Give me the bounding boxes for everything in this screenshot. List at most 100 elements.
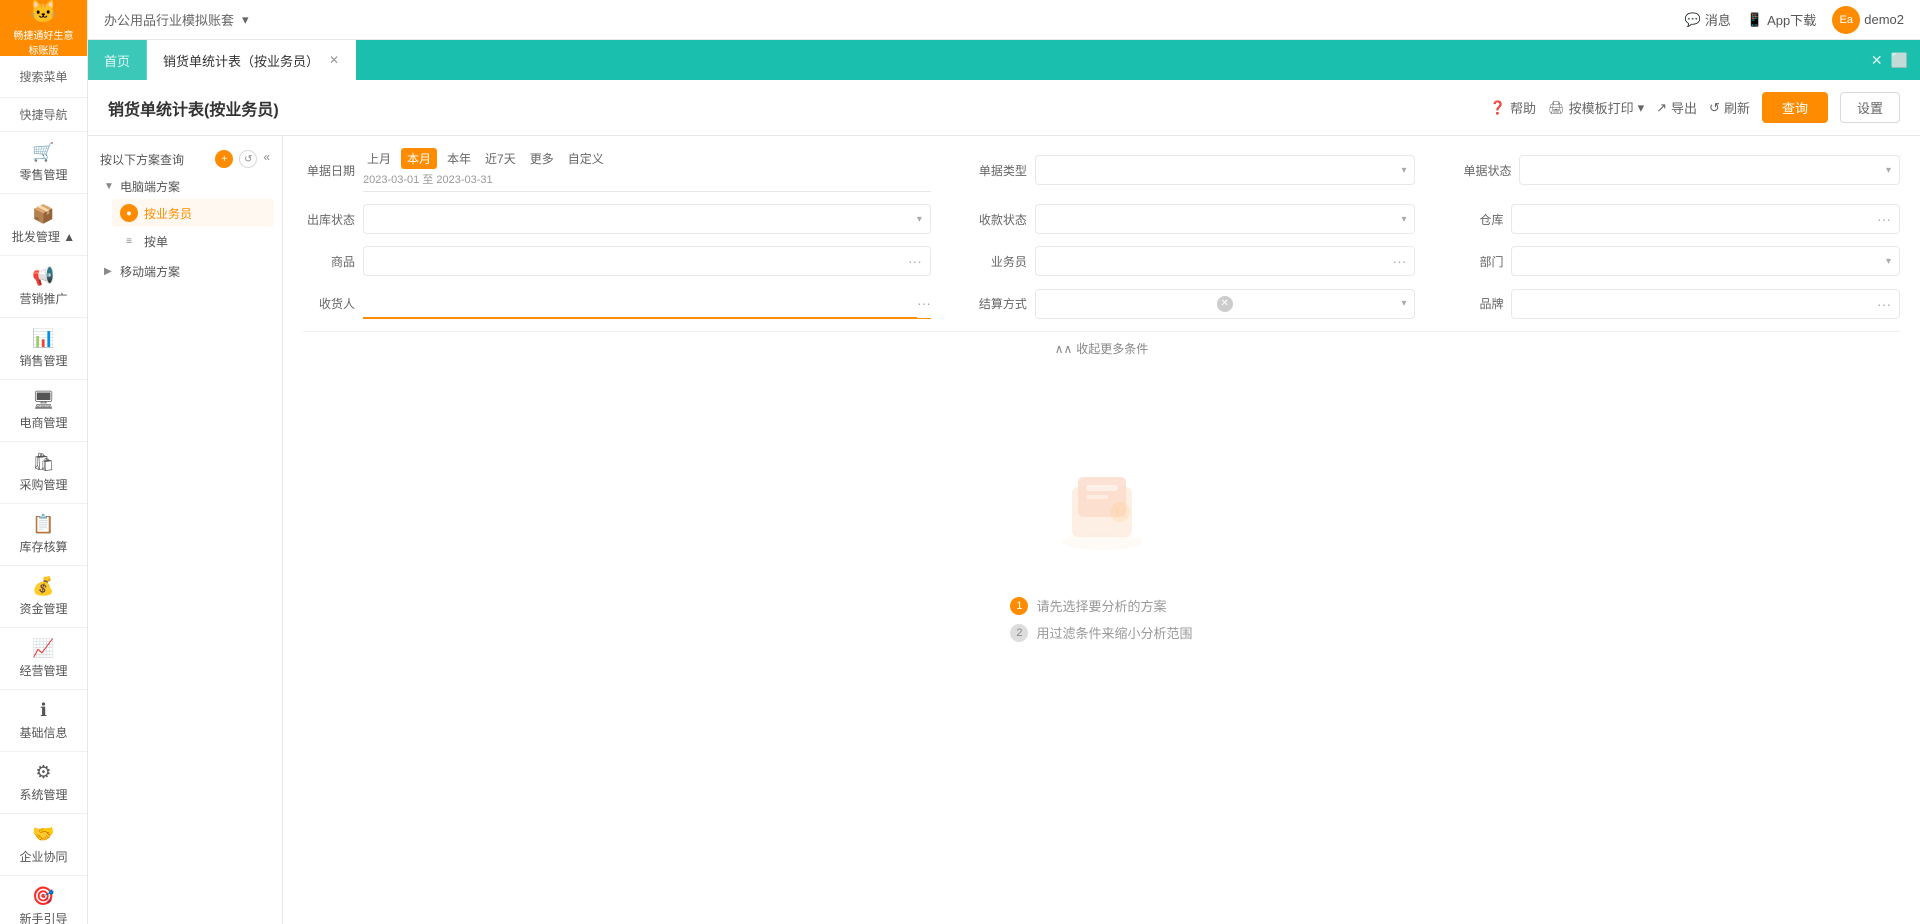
settlement-arrow-icon: ▾ — [1401, 298, 1406, 309]
refresh-icon: ↺ — [1709, 100, 1720, 116]
sidebar-item-enterprise[interactable]: 🤝 企业协同 — [0, 814, 88, 876]
goods-select[interactable]: ··· — [363, 246, 931, 276]
filter-row-3: 商品 ··· 业务员 ··· — [303, 246, 1900, 276]
main-area: 办公用品行业模拟账套 ▾ 💬 消息 📱 App下载 Ea demo2 首页 销货… — [88, 0, 1920, 924]
receipt-status-select[interactable]: ▾ — [1035, 204, 1416, 234]
collapse-left-panel-button[interactable]: « — [263, 150, 270, 168]
sidebar-item-ecommerce[interactable]: 🖥 电商管理 — [0, 380, 88, 442]
salesperson-select[interactable]: ··· — [1035, 246, 1416, 276]
order-scheme-icon: ≡ — [120, 232, 138, 250]
receipt-status-label: 收款状态 — [967, 211, 1035, 228]
breadcrumb-arrow-icon[interactable]: ▾ — [242, 12, 249, 28]
inventory-icon: 📋 — [32, 514, 54, 535]
doc-status-select[interactable]: ▾ — [1519, 155, 1900, 185]
tree-node-desktop[interactable]: ▼ 电脑端方案 — [96, 174, 274, 199]
quick-nav-label[interactable]: 快捷导航 — [19, 102, 67, 127]
help-label: 帮助 — [1510, 98, 1536, 117]
tab-sales-stats-label: 销货单统计表（按业务员） — [163, 51, 319, 70]
left-panel: 按以下方案查询 + ↺ « ▼ 电脑端方案 ● 按业务员 — [88, 136, 283, 924]
department-select[interactable]: ▾ — [1511, 246, 1900, 276]
filter-item-salesperson: 业务员 ··· — [967, 246, 1416, 276]
sidebar-logo[interactable]: 🐱 畅捷通好生意 标账版 — [0, 0, 88, 56]
date-label: 单据日期 — [303, 162, 363, 179]
app-download-label: App下载 — [1767, 10, 1816, 29]
sidebar-item-wholesale[interactable]: 📦 批发管理 ▲ — [0, 194, 88, 256]
filter-item-department: 部门 ▾ — [1451, 246, 1900, 276]
date-tab-last-7-days[interactable]: 近7天 — [481, 148, 520, 169]
empty-tip-2-text: 用过滤条件来缩小分析范围 — [1036, 623, 1192, 642]
sidebar-item-basic[interactable]: ℹ 基础信息 — [0, 690, 88, 752]
date-tab-this-year[interactable]: 本年 — [443, 148, 475, 169]
sidebar-item-finance[interactable]: 💰 资金管理 — [0, 566, 88, 628]
ecommerce-label: 电商管理 — [19, 414, 67, 431]
search-menu-label[interactable]: 搜索菜单 — [19, 64, 67, 89]
date-tab-more[interactable]: 更多 — [526, 148, 558, 169]
empty-tips: 1 请先选择要分析的方案 2 用过滤条件来缩小分析范围 — [1010, 596, 1192, 642]
date-tab-custom[interactable]: 自定义 — [564, 148, 608, 169]
tab-sales-stats[interactable]: 销货单统计表（按业务员） ✕ — [147, 40, 356, 80]
sidebar-item-sales[interactable]: 📊 销售管理 — [0, 318, 88, 380]
export-button[interactable]: ↗ 导出 — [1656, 98, 1697, 117]
query-button[interactable]: 查询 — [1762, 92, 1828, 123]
consignee-input[interactable] — [363, 288, 917, 318]
sidebar-item-retail[interactable]: 🛒 零售管理 — [0, 132, 88, 194]
sidebar-item-inventory[interactable]: 📋 库存核算 — [0, 504, 88, 566]
settings-button[interactable]: 设置 — [1840, 92, 1900, 123]
purchase-icon: 🛍 — [32, 452, 55, 473]
right-panel: 单据日期 上月 本月 本年 近7天 更多 自定义 2023-03-01 至 20… — [283, 136, 1920, 924]
filter-item-receipt-status: 收款状态 ▾ — [967, 204, 1416, 234]
tab-home[interactable]: 首页 — [88, 40, 147, 80]
message-button[interactable]: 💬 消息 — [1685, 10, 1731, 29]
date-tab-this-month[interactable]: 本月 — [401, 148, 437, 169]
warehouse-select[interactable]: ··· — [1511, 204, 1900, 234]
brand-select[interactable]: ··· — [1511, 289, 1900, 319]
goods-label: 商品 — [303, 253, 363, 270]
tree-node-mobile[interactable]: ▶ 移动端方案 — [96, 259, 274, 284]
sidebar-item-purchase[interactable]: 🛍 采购管理 — [0, 442, 88, 504]
operation-label: 经营管理 — [19, 662, 67, 679]
refresh-button[interactable]: ↺ 刷新 — [1709, 98, 1750, 117]
system-icon: ⚙ — [35, 762, 51, 783]
left-panel-header-icons: + ↺ « — [215, 150, 270, 168]
sidebar-quick-nav[interactable]: 快捷导航 — [0, 98, 88, 132]
filter-item-brand: 品牌 ··· — [1451, 289, 1900, 319]
window-close-icon[interactable]: ✕ — [1871, 52, 1883, 69]
template-print-arrow-icon: ▾ — [1638, 100, 1645, 116]
template-print-button[interactable]: 🖨 按模板打印 ▾ — [1548, 98, 1644, 117]
operation-icon: 📈 — [32, 638, 54, 659]
doc-type-select[interactable]: ▾ — [1035, 155, 1416, 185]
user-name: demo2 — [1864, 12, 1904, 27]
consignee-label: 收货人 — [303, 295, 363, 312]
sidebar-item-operation[interactable]: 📈 经营管理 — [0, 628, 88, 690]
settlement-select[interactable]: ✕ ▾ — [1035, 289, 1416, 319]
out-status-label: 出库状态 — [303, 211, 363, 228]
out-status-select[interactable]: ▾ — [363, 204, 931, 234]
breadcrumb-text: 办公用品行业模拟账套 — [104, 10, 234, 29]
sidebar-item-system[interactable]: ⚙ 系统管理 — [0, 752, 88, 814]
tab-close-icon[interactable]: ✕ — [329, 53, 339, 67]
help-button[interactable]: ❓ 帮助 — [1490, 98, 1536, 117]
newbie-icon: 🎯 — [32, 886, 54, 907]
tree-desktop-children: ● 按业务员 ≡ 按单 — [96, 199, 274, 255]
settlement-clear-button[interactable]: ✕ — [1217, 296, 1233, 312]
user-menu[interactable]: Ea demo2 — [1832, 6, 1904, 34]
page-header-actions: ❓ 帮助 🖨 按模板打印 ▾ ↗ 导出 ↺ 刷新 查询 设置 — [1490, 92, 1900, 135]
filter-item-date: 单据日期 上月 本月 本年 近7天 更多 自定义 2023-03-01 至 20… — [303, 148, 931, 192]
order-scheme-label: 按单 — [144, 233, 168, 250]
refresh-label: 刷新 — [1724, 98, 1750, 117]
sales-icon: 📊 — [32, 328, 54, 349]
tree-child-by-salesperson[interactable]: ● 按业务员 — [112, 199, 274, 227]
marketing-icon: 📢 — [32, 266, 54, 287]
collapse-filters-button[interactable]: ∧∧ 收起更多条件 — [303, 331, 1900, 365]
app-download-button[interactable]: 📱 App下载 — [1747, 10, 1816, 29]
sidebar-item-marketing[interactable]: 📢 营销推广 — [0, 256, 88, 318]
main-content: 按以下方案查询 + ↺ « ▼ 电脑端方案 ● 按业务员 — [88, 136, 1920, 924]
sidebar-item-newbie[interactable]: 🎯 新手引导 — [0, 876, 88, 924]
window-maximize-icon[interactable]: ⬜ — [1891, 52, 1908, 69]
refresh-scheme-button[interactable]: ↺ — [239, 150, 257, 168]
add-scheme-button[interactable]: + — [215, 150, 233, 168]
tree-child-by-order[interactable]: ≡ 按单 — [112, 227, 274, 255]
date-tab-last-month[interactable]: 上月 — [363, 148, 395, 169]
filter-item-consignee: 收货人 ··· — [303, 288, 931, 319]
sidebar-search[interactable]: 搜索菜单 — [0, 56, 88, 98]
